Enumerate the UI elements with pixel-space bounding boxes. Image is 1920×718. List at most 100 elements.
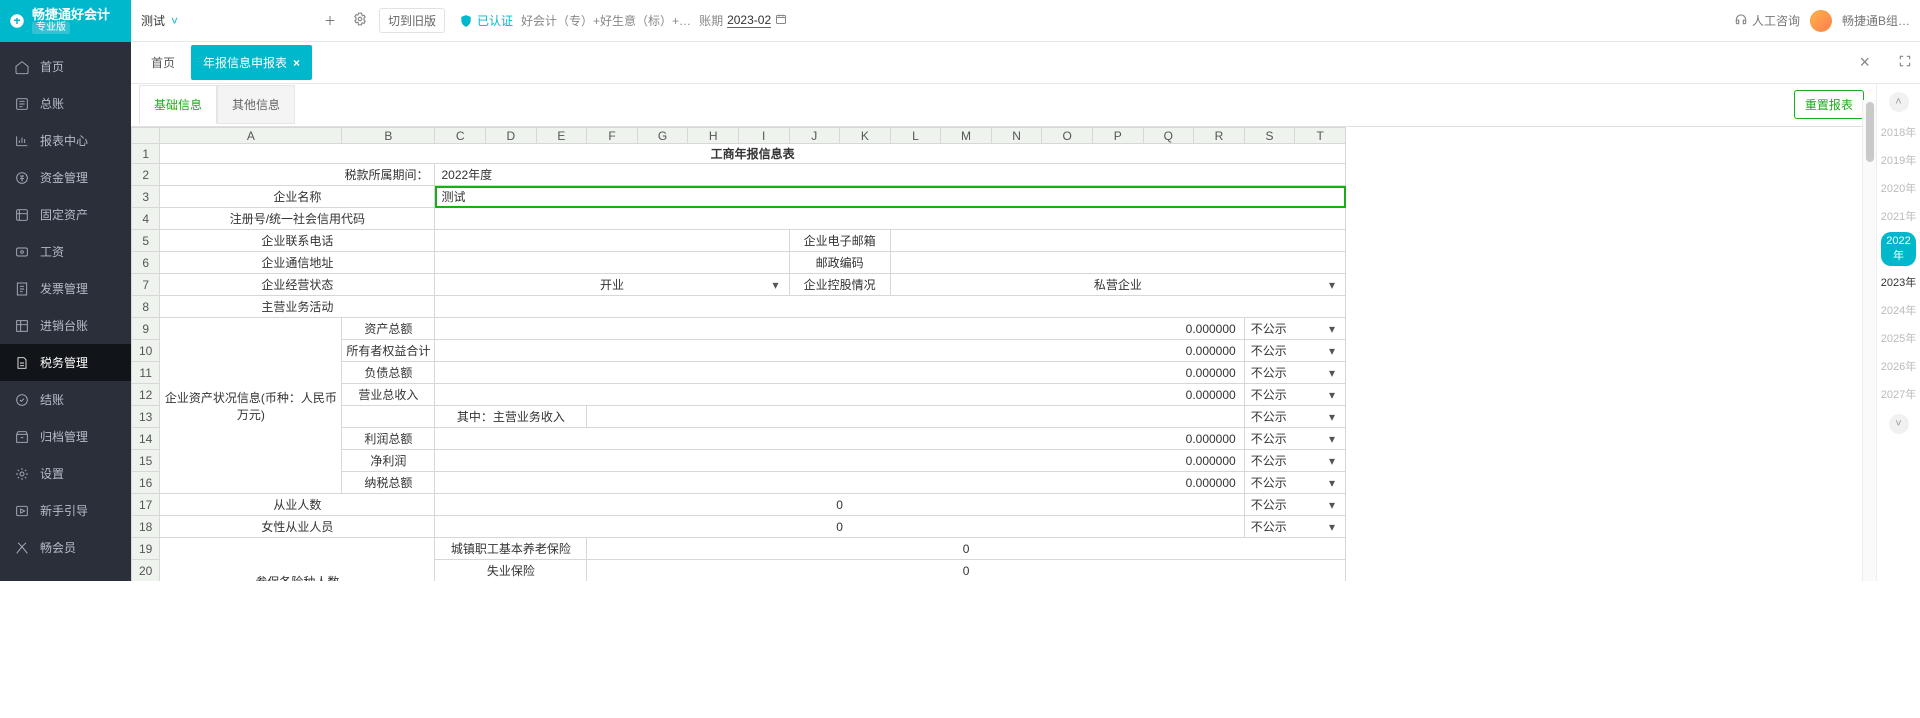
disclose-select-18[interactable]: 不公示▾ [1244,516,1345,538]
col-E[interactable]: E [536,128,587,144]
year-2020年[interactable]: 2020年 [1877,174,1920,202]
col-O[interactable]: O [1042,128,1093,144]
rev-main-input[interactable] [587,406,1245,428]
col-D[interactable]: D [486,128,537,144]
row-6[interactable]: 6 [132,252,160,274]
ins-value-19[interactable]: 0 [587,538,1346,560]
sidebar-item-invoice[interactable]: 发票管理 [0,270,131,307]
row-5[interactable]: 5 [132,230,160,252]
mainbiz-input[interactable] [435,296,1346,318]
metric-value-16[interactable]: 0.000000 [435,472,1244,494]
close-tab-icon[interactable]: × [293,56,300,70]
disclose-select-17[interactable]: 不公示▾ [1244,494,1345,516]
col-T[interactable]: T [1295,128,1346,144]
avatar[interactable] [1810,10,1832,32]
col-P[interactable]: P [1092,128,1143,144]
disclose-select-9[interactable]: 不公示▾ [1244,318,1345,340]
subtab-basic[interactable]: 基础信息 [139,85,217,124]
sidebar-item-settings[interactable]: 设置 [0,455,131,492]
year-2027年[interactable]: 2027年 [1877,380,1920,408]
col-R[interactable]: R [1194,128,1245,144]
year-2024年[interactable]: 2024年 [1877,296,1920,324]
postcode-input[interactable] [890,252,1345,274]
subtab-other[interactable]: 其他信息 [217,85,295,124]
emp-input[interactable]: 0 [435,494,1244,516]
col-C[interactable]: C [435,128,486,144]
row-14[interactable]: 14 [132,428,160,450]
holding-select[interactable]: 私营企业▾ [890,274,1345,296]
col-F[interactable]: F [587,128,638,144]
period-selector[interactable]: 账期 2023-02 [699,12,787,29]
row-3[interactable]: 3 [132,186,160,208]
year-2025年[interactable]: 2025年 [1877,324,1920,352]
sidebar-item-guide[interactable]: 新手引导 [0,492,131,529]
disclose-select[interactable]: 不公示▾ [1244,406,1345,428]
disclose-select-11[interactable]: 不公示▾ [1244,362,1345,384]
sidebar-item-payroll[interactable]: 工资 [0,233,131,270]
disclose-select-14[interactable]: 不公示▾ [1244,428,1345,450]
col-S[interactable]: S [1244,128,1295,144]
close-all-tabs-button[interactable]: × [1851,48,1878,77]
disclose-select-16[interactable]: 不公示▾ [1244,472,1345,494]
row-17[interactable]: 17 [132,494,160,516]
year-2021年[interactable]: 2021年 [1877,202,1920,230]
sidebar-item-close[interactable]: 结账 [0,381,131,418]
year-2022年[interactable]: 2022年 [1881,232,1916,266]
company-selector[interactable]: 测试 ˅ [141,12,311,29]
reset-report-button[interactable]: 重置报表 [1794,90,1864,119]
row-10[interactable]: 10 [132,340,160,362]
row-20[interactable]: 20 [132,560,160,582]
row-18[interactable]: 18 [132,516,160,538]
year-2023年[interactable]: 2023年 [1877,268,1920,296]
vertical-scrollbar[interactable] [1862,100,1876,581]
user-name[interactable]: 畅捷通B组… [1842,12,1910,29]
sidebar-item-member[interactable]: 畅会员 [0,529,131,566]
col-I[interactable]: I [738,128,789,144]
year-2019年[interactable]: 2019年 [1877,146,1920,174]
sidebar-item-assets[interactable]: 固定资产 [0,196,131,233]
row-7[interactable]: 7 [132,274,160,296]
metric-value-14[interactable]: 0.000000 [435,428,1244,450]
col-M[interactable]: M [941,128,992,144]
sidebar-item-tax[interactable]: 税务管理 [0,344,131,381]
row-8[interactable]: 8 [132,296,160,318]
ins-value-20[interactable]: 0 [587,560,1346,582]
company-settings-button[interactable] [349,12,371,29]
sidebar-item-funds[interactable]: 资金管理 [0,159,131,196]
metric-value-15[interactable]: 0.000000 [435,450,1244,472]
year-prev-button[interactable]: ˄ [1889,92,1909,112]
addr-input[interactable] [435,252,789,274]
col-Q[interactable]: Q [1143,128,1194,144]
sidebar-item-archive[interactable]: 归档管理 [0,418,131,455]
metric-value-11[interactable]: 0.000000 [435,362,1244,384]
col-L[interactable]: L [890,128,941,144]
email-input[interactable] [890,230,1345,252]
row-16[interactable]: 16 [132,472,160,494]
row-2[interactable]: 2 [132,164,160,186]
year-2018年[interactable]: 2018年 [1877,118,1920,146]
regno-input[interactable] [435,208,1346,230]
col-A[interactable]: A [160,128,342,144]
year-2026年[interactable]: 2026年 [1877,352,1920,380]
metric-value-10[interactable]: 0.000000 [435,340,1244,362]
sidebar-item-reports[interactable]: 报表中心 [0,122,131,159]
row-11[interactable]: 11 [132,362,160,384]
row-13[interactable]: 13 [132,406,160,428]
switch-old-version-button[interactable]: 切到旧版 [379,8,445,33]
phone-input[interactable] [435,230,789,252]
row-15[interactable]: 15 [132,450,160,472]
col-H[interactable]: H [688,128,739,144]
row-19[interactable]: 19 [132,538,160,560]
metric-value-12[interactable]: 0.000000 [435,384,1244,406]
metric-value-9[interactable]: 0.000000 [435,318,1244,340]
fullscreen-icon[interactable] [1890,50,1920,75]
row-1[interactable]: 1 [132,144,160,164]
row-4[interactable]: 4 [132,208,160,230]
female-emp-input[interactable]: 0 [435,516,1244,538]
sidebar-item-ledger[interactable]: 总账 [0,85,131,122]
col-J[interactable]: J [789,128,840,144]
row-12[interactable]: 12 [132,384,160,406]
row-9[interactable]: 9 [132,318,160,340]
sidebar-item-home[interactable]: 首页 [0,48,131,85]
tab-home[interactable]: 首页 [139,44,187,81]
